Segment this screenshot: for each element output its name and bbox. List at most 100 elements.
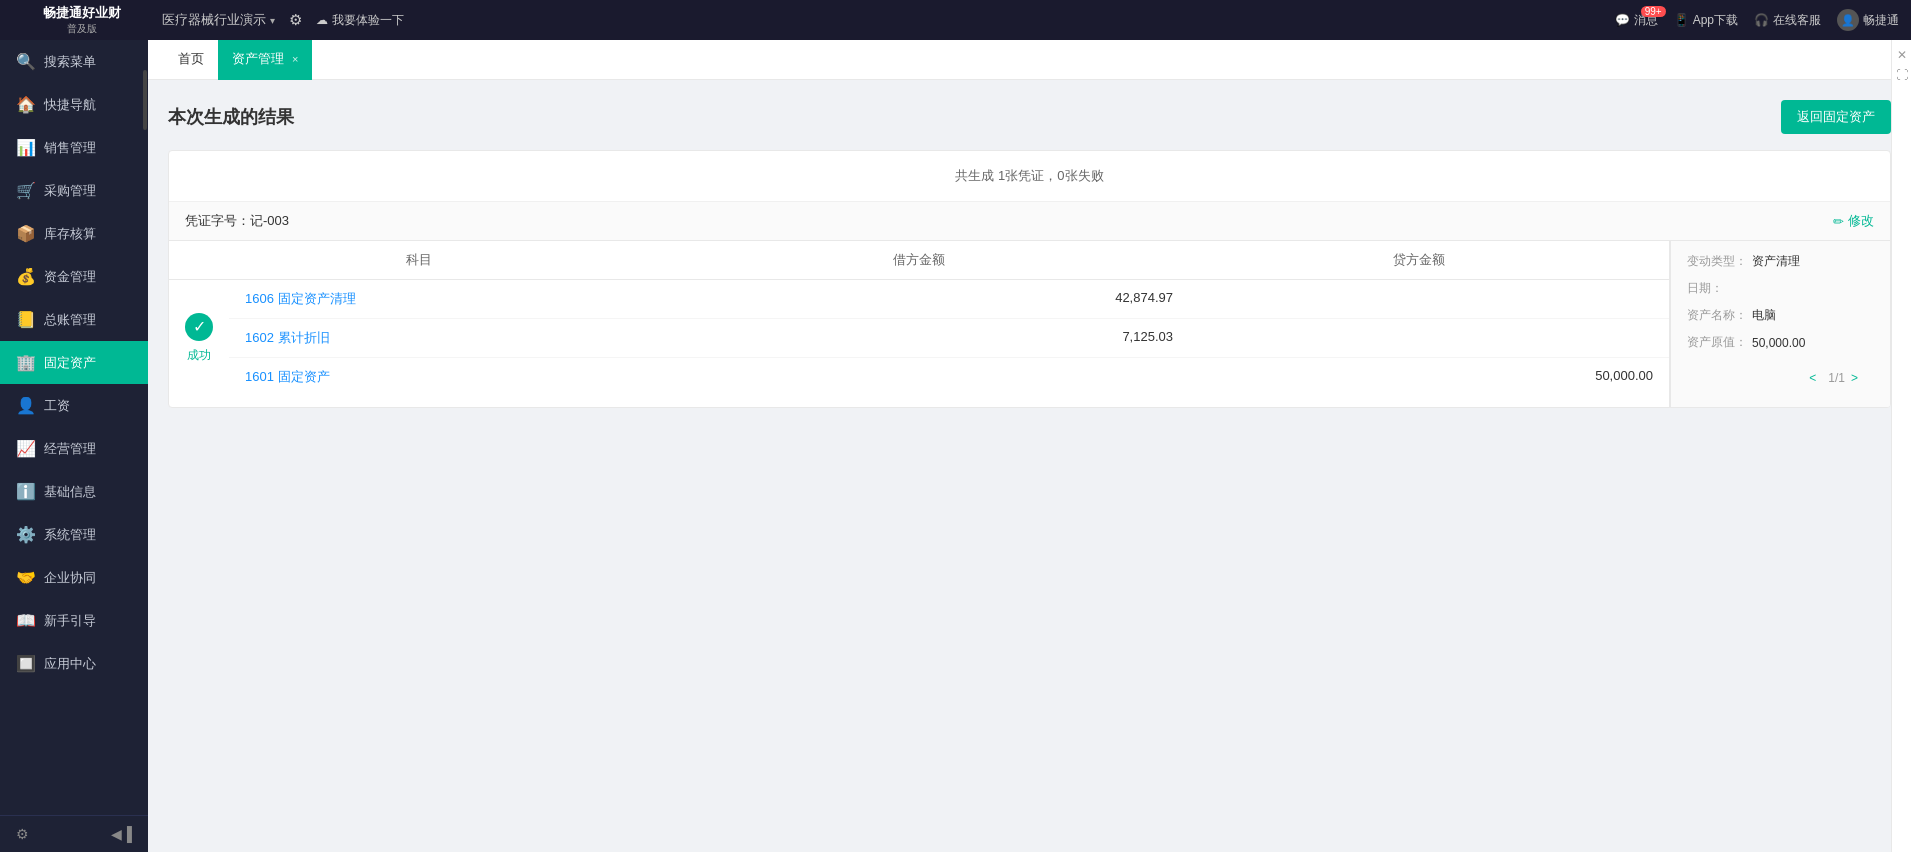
sidebar-item-basic-info[interactable]: ℹ️基础信息 bbox=[0, 470, 148, 513]
panel-close-icon[interactable]: ✕ bbox=[1897, 48, 1907, 62]
sidebar: 🔍搜索菜单🏠快捷导航📊销售管理 🛒 采购管理 📦 库存核算 💰资金管理📒总账管理🏢固定资产… bbox=[0, 40, 148, 852]
inventory-icon: 📦 bbox=[16, 224, 36, 243]
row-credit-1 bbox=[1189, 319, 1669, 357]
quick-nav-icon: 🏠 bbox=[16, 95, 36, 114]
sidebar-scroll: 🔍搜索菜单🏠快捷导航📊销售管理 🛒 采购管理 📦 库存核算 💰资金管理📒总账管理🏢固定资产… bbox=[0, 40, 148, 815]
message-icon: 💬 bbox=[1615, 13, 1630, 27]
sidebar-item-sales[interactable]: 📊销售管理 bbox=[0, 126, 148, 169]
app-download-button[interactable]: 📱 App下载 bbox=[1674, 12, 1738, 29]
sidebar-item-label: 采购管理 bbox=[44, 182, 96, 200]
tab-bar: 首页 资产管理 × bbox=[148, 40, 1911, 80]
info-asset-value: 资产原值： 50,000.00 bbox=[1687, 334, 1874, 351]
sidebar-item-guide[interactable]: 📖 新手引导 bbox=[0, 599, 148, 642]
online-service-button[interactable]: 🎧 在线客服 bbox=[1754, 12, 1821, 29]
sidebar-item-app-center[interactable]: 🔲应用中心 bbox=[0, 642, 148, 685]
side-info-panel: 变动类型： 资产清理 日期： 资产名称： 电脑 bbox=[1670, 241, 1890, 407]
header-right: 💬 消息 99+ 📱 App下载 🎧 在线客服 👤 畅捷通 bbox=[1615, 9, 1899, 31]
sidebar-item-fixed-assets[interactable]: 🏢固定资产 bbox=[0, 341, 148, 384]
return-button[interactable]: 返回固定资产 bbox=[1781, 100, 1891, 134]
date-label: 日期： bbox=[1687, 280, 1752, 297]
sidebar-item-label: 库存核算 bbox=[44, 225, 96, 243]
header-center: 医疗器械行业演示 ▾ ⚙ ☁ 我要体验一下 bbox=[162, 9, 1615, 31]
system-icon: ⚙️ bbox=[16, 525, 36, 544]
row-subject-1: 1602 累计折旧 bbox=[229, 319, 709, 357]
result-panel: 共生成 1张凭证，0张失败 凭证字号：记-003 ✏ 修改 科目 bbox=[168, 150, 1891, 408]
panel-expand-icon[interactable]: ⛶ bbox=[1896, 68, 1908, 82]
app-name: 畅捷通好业财 bbox=[43, 4, 121, 22]
row-subject-2: 1601 固定资产 bbox=[229, 358, 709, 396]
sidebar-item-label: 新手引导 bbox=[44, 612, 96, 630]
scroll-thumb bbox=[143, 70, 147, 130]
sidebar-item-operations[interactable]: 📈经营管理 bbox=[0, 427, 148, 470]
success-text: 成功 bbox=[187, 347, 211, 364]
success-icon: ✓ bbox=[185, 313, 213, 341]
asset-value-label: 资产原值： bbox=[1687, 334, 1752, 351]
sidebar-item-label: 工资 bbox=[44, 397, 70, 415]
app-download-label: App下载 bbox=[1693, 12, 1738, 29]
table-header: 科目 借方金额 贷方金额 bbox=[169, 241, 1669, 280]
col-credit: 贷方金额 bbox=[1169, 241, 1669, 279]
settings-button[interactable]: ⚙ bbox=[283, 9, 308, 31]
table-row: 1602 累计折旧 7,125.03 bbox=[229, 319, 1669, 358]
asset-name-value: 电脑 bbox=[1752, 307, 1776, 324]
sidebar-item-label: 搜索菜单 bbox=[44, 53, 96, 71]
edit-button[interactable]: ✏ 修改 bbox=[1833, 212, 1874, 230]
message-button[interactable]: 💬 消息 99+ bbox=[1615, 12, 1658, 29]
col-subject: 科目 bbox=[169, 241, 669, 279]
col-debit: 借方金额 bbox=[669, 241, 1169, 279]
company-selector[interactable]: 医疗器械行业演示 ▾ bbox=[162, 11, 275, 29]
page-indicator: 1/1 bbox=[1828, 371, 1845, 385]
tab-asset-mgmt-label: 资产管理 bbox=[232, 50, 284, 68]
info-asset-name: 资产名称： 电脑 bbox=[1687, 307, 1874, 324]
edit-label: 修改 bbox=[1848, 212, 1874, 230]
sidebar-item-payroll[interactable]: 👤工资 bbox=[0, 384, 148, 427]
sidebar-item-system[interactable]: ⚙️系统管理 bbox=[0, 513, 148, 556]
sidebar-item-quick-nav[interactable]: 🏠快捷导航 bbox=[0, 83, 148, 126]
next-page-button[interactable]: > bbox=[1851, 371, 1858, 385]
sidebar-item-purchase[interactable]: 🛒 采购管理 bbox=[0, 169, 148, 212]
tab-asset-mgmt[interactable]: 资产管理 × bbox=[218, 40, 312, 80]
page-header: 本次生成的结果 返回固定资产 bbox=[168, 100, 1891, 134]
top-header: 畅捷通好业财 普及版 医疗器械行业演示 ▾ ⚙ ☁ 我要体验一下 💬 消息 99… bbox=[0, 0, 1911, 40]
content-area: 首页 资产管理 × 本次生成的结果 返回固定资产 共生成 1张凭证，0张失败 凭… bbox=[148, 40, 1911, 852]
logo-area: 畅捷通好业财 普及版 bbox=[12, 4, 152, 36]
tab-home[interactable]: 首页 bbox=[164, 40, 218, 80]
sidebar-item-label: 资金管理 bbox=[44, 268, 96, 286]
download-icon: 📱 bbox=[1674, 13, 1689, 27]
slide-panel: ✕ ⛶ bbox=[1891, 40, 1911, 852]
row-credit-2: 50,000.00 bbox=[1189, 358, 1669, 396]
try-label: 我要体验一下 bbox=[332, 12, 404, 29]
message-badge: 99+ bbox=[1641, 6, 1666, 17]
user-name: 畅捷通 bbox=[1863, 12, 1899, 29]
sidebar-item-cooperation[interactable]: 🤝企业协同 bbox=[0, 556, 148, 599]
collapse-icon[interactable]: ◀▐ bbox=[111, 826, 132, 842]
row-subject-0: 1606 固定资产清理 bbox=[229, 280, 709, 318]
sidebar-bottom: ⚙ ◀▐ bbox=[0, 815, 148, 852]
info-change-type: 变动类型： 资产清理 bbox=[1687, 253, 1874, 270]
voucher-body: 科目 借方金额 贷方金额 ✓ 成功 bbox=[169, 241, 1890, 407]
sidebar-item-ledger[interactable]: 📒总账管理 bbox=[0, 298, 148, 341]
tab-home-label: 首页 bbox=[178, 50, 204, 68]
sidebar-item-label: 基础信息 bbox=[44, 483, 96, 501]
page-content: 本次生成的结果 返回固定资产 共生成 1张凭证，0张失败 凭证字号：记-003 … bbox=[148, 80, 1911, 852]
sidebar-item-search[interactable]: 🔍搜索菜单 bbox=[0, 40, 148, 83]
cooperation-icon: 🤝 bbox=[16, 568, 36, 587]
cloud-icon: ☁ bbox=[316, 13, 328, 27]
prev-page-button[interactable]: < bbox=[1809, 371, 1816, 385]
row-credit-0 bbox=[1189, 280, 1669, 318]
try-button[interactable]: ☁ 我要体验一下 bbox=[316, 12, 404, 29]
edit-icon: ✏ bbox=[1833, 214, 1844, 229]
guide-icon: 📖 bbox=[16, 611, 36, 630]
purchase-icon: 🛒 bbox=[16, 181, 36, 200]
sidebar-item-inventory[interactable]: 📦 库存核算 bbox=[0, 212, 148, 255]
tab-close-icon[interactable]: × bbox=[292, 53, 298, 65]
sidebar-item-finance[interactable]: 💰资金管理 bbox=[0, 255, 148, 298]
table-row: 1606 固定资产清理 42,874.97 bbox=[229, 280, 1669, 319]
voucher-table: 科目 借方金额 贷方金额 ✓ 成功 bbox=[169, 241, 1670, 407]
app-center-icon: 🔲 bbox=[16, 654, 36, 673]
row-debit-0: 42,874.97 bbox=[709, 280, 1189, 318]
sidebar-item-label: 固定资产 bbox=[44, 354, 96, 372]
sidebar-item-label: 经营管理 bbox=[44, 440, 96, 458]
user-area[interactable]: 👤 畅捷通 bbox=[1837, 9, 1899, 31]
settings-bottom-icon[interactable]: ⚙ bbox=[16, 826, 29, 842]
